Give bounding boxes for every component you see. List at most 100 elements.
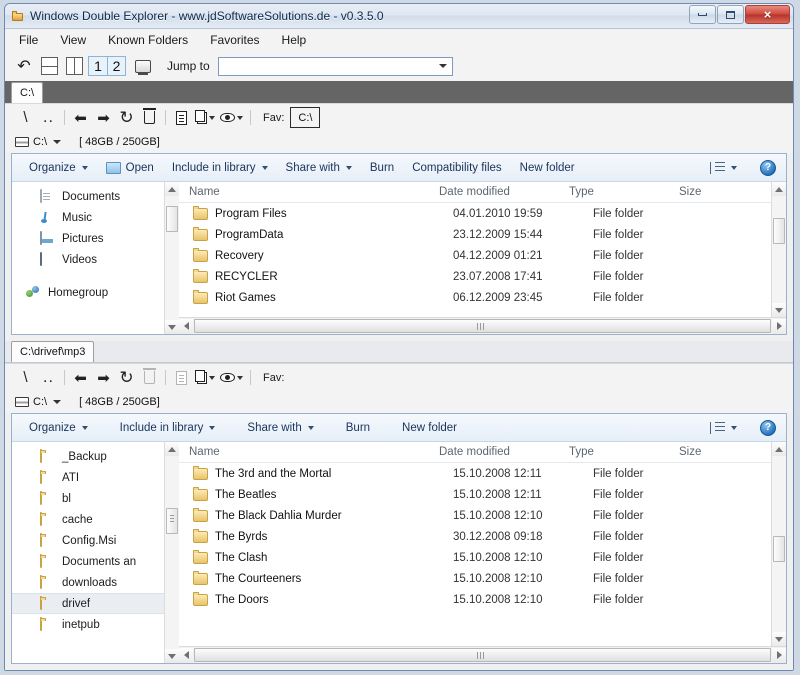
tree-item-config-msi[interactable]: Config.Msi — [12, 530, 164, 551]
cmd-organize[interactable]: Organize — [20, 157, 97, 178]
column-header-type[interactable]: Type — [559, 446, 669, 458]
scroll-track[interactable] — [165, 456, 179, 649]
cmd-new-folder[interactable]: New folder — [511, 157, 584, 178]
monitor-button[interactable] — [132, 55, 154, 77]
pane-bottom-hscrollbar[interactable] — [179, 646, 786, 663]
scroll-left-button[interactable] — [179, 318, 193, 334]
maximize-button[interactable] — [717, 5, 744, 24]
copy-icon[interactable] — [193, 367, 216, 389]
document-icon[interactable] — [170, 107, 193, 129]
tree-item-homegroup[interactable]: Homegroup — [12, 282, 164, 303]
arrow-back-icon[interactable]: ⬅ — [69, 107, 92, 129]
column-header-date[interactable]: Date modified — [429, 446, 559, 458]
parent-folder-button[interactable]: .. — [37, 107, 60, 129]
table-row[interactable]: The Beatles 15.10.2008 12:11 File folder — [179, 484, 771, 505]
refresh-icon[interactable]: ↻ — [115, 107, 138, 129]
jump-to-combobox[interactable] — [217, 56, 453, 76]
chevron-down-icon[interactable] — [53, 400, 62, 404]
tree-item-music[interactable]: Music — [12, 207, 164, 228]
swap-arrows-icon[interactable]: ↶ — [13, 55, 35, 77]
scroll-up-button[interactable] — [772, 182, 786, 196]
table-row[interactable]: The Black Dahlia Murder 15.10.2008 12:10… — [179, 505, 771, 526]
menu-item-file[interactable]: File — [19, 33, 38, 47]
pane-top-hscrollbar[interactable] — [179, 317, 786, 334]
tree-item-videos[interactable]: Videos — [12, 249, 164, 270]
tree-item-downloads[interactable]: downloads — [12, 572, 164, 593]
scroll-up-button[interactable] — [772, 442, 786, 456]
table-row[interactable]: Riot Games 06.12.2009 23:45 File folder — [179, 287, 771, 308]
drive-letter[interactable]: C:\ — [33, 396, 47, 408]
pane-top-tab[interactable]: C:\ — [11, 82, 44, 103]
refresh-icon[interactable]: ↻ — [115, 367, 138, 389]
close-button[interactable]: × — [745, 5, 790, 24]
trash-icon[interactable] — [138, 367, 161, 389]
trash-icon[interactable] — [138, 107, 161, 129]
column-header-type[interactable]: Type — [559, 186, 669, 198]
pane-top-navtree-scrollbar[interactable] — [164, 182, 179, 334]
table-row[interactable]: RECYCLER 23.07.2008 17:41 File folder — [179, 266, 771, 287]
tree-item-documents[interactable]: Documents — [12, 186, 164, 207]
arrow-forward-icon[interactable]: ➡ — [92, 367, 115, 389]
scroll-thumb[interactable] — [166, 206, 178, 232]
cmd-new-folder[interactable]: New folder — [393, 417, 466, 438]
table-row[interactable]: The Clash 15.10.2008 12:10 File folder — [179, 547, 771, 568]
column-header-date[interactable]: Date modified — [429, 186, 559, 198]
cmd-share-with[interactable]: Share with — [277, 157, 361, 178]
scroll-down-button[interactable] — [165, 320, 179, 334]
column-header-size[interactable]: Size — [669, 446, 771, 458]
help-button[interactable]: ? — [760, 159, 776, 176]
scroll-up-button[interactable] — [165, 442, 179, 456]
scroll-thumb[interactable] — [773, 218, 785, 244]
menu-item-help[interactable]: Help — [282, 33, 307, 47]
table-row[interactable]: Program Files 04.01.2010 19:59 File fold… — [179, 203, 771, 224]
scroll-track[interactable] — [165, 196, 179, 320]
scroll-track[interactable] — [772, 456, 786, 632]
copy-icon[interactable] — [193, 107, 216, 129]
chevron-down-icon[interactable] — [53, 140, 62, 144]
eye-icon[interactable] — [216, 367, 246, 389]
cmd-burn[interactable]: Burn — [337, 417, 379, 438]
pane-two-button[interactable]: 2 — [107, 56, 126, 76]
scroll-down-button[interactable] — [165, 649, 179, 663]
view-mode-button[interactable] — [701, 417, 746, 438]
scroll-right-button[interactable] — [772, 318, 786, 334]
table-row[interactable]: The 3rd and the Mortal 15.10.2008 12:11 … — [179, 463, 771, 484]
drive-letter[interactable]: C:\ — [33, 136, 47, 148]
menu-item-view[interactable]: View — [60, 33, 86, 47]
arrow-back-icon[interactable]: ⬅ — [69, 367, 92, 389]
minimize-button[interactable] — [689, 5, 716, 24]
tree-item-ati[interactable]: ATI — [12, 467, 164, 488]
table-row[interactable]: Recovery 04.12.2009 01:21 File folder — [179, 245, 771, 266]
column-header-size[interactable]: Size — [669, 186, 771, 198]
cmd-burn[interactable]: Burn — [361, 157, 403, 178]
menu-item-known-folders[interactable]: Known Folders — [108, 33, 188, 47]
tree-item-inetpub[interactable]: inetpub — [12, 614, 164, 635]
tree-item-bl[interactable]: bl — [12, 488, 164, 509]
backslash-icon[interactable]: \ — [14, 107, 37, 129]
split-horizontal-button[interactable] — [38, 55, 60, 77]
split-vertical-button[interactable] — [63, 55, 85, 77]
scroll-thumb[interactable] — [773, 536, 785, 562]
arrow-forward-icon[interactable]: ➡ — [92, 107, 115, 129]
tree-item-drivef[interactable]: drivef — [12, 593, 164, 614]
scroll-right-button[interactable] — [772, 647, 786, 663]
table-row[interactable]: The Courteeners 15.10.2008 12:10 File fo… — [179, 568, 771, 589]
scroll-thumb[interactable] — [166, 508, 178, 534]
pane-bottom-filelist-scrollbar[interactable] — [771, 442, 786, 646]
favorite-button-c[interactable]: C:\ — [290, 107, 321, 128]
tree-item-pictures[interactable]: Pictures — [12, 228, 164, 249]
pane-top-filelist-scrollbar[interactable] — [771, 182, 786, 317]
column-header-name[interactable]: Name — [179, 446, 429, 458]
document-icon[interactable] — [170, 367, 193, 389]
tree-item-documents-and[interactable]: Documents an — [12, 551, 164, 572]
tree-item-cache[interactable]: cache — [12, 509, 164, 530]
cmd-compatibility-files[interactable]: Compatibility files — [403, 157, 510, 178]
scroll-up-button[interactable] — [165, 182, 179, 196]
pane-bottom-navtree-scrollbar[interactable] — [164, 442, 179, 663]
hscroll-thumb[interactable] — [194, 319, 771, 333]
menu-item-favorites[interactable]: Favorites — [210, 33, 259, 47]
table-row[interactable]: The Doors 15.10.2008 12:10 File folder — [179, 589, 771, 610]
cmd-organize[interactable]: Organize — [20, 417, 97, 438]
table-row[interactable]: ProgramData 23.12.2009 15:44 File folder — [179, 224, 771, 245]
hscroll-thumb[interactable] — [194, 648, 771, 662]
